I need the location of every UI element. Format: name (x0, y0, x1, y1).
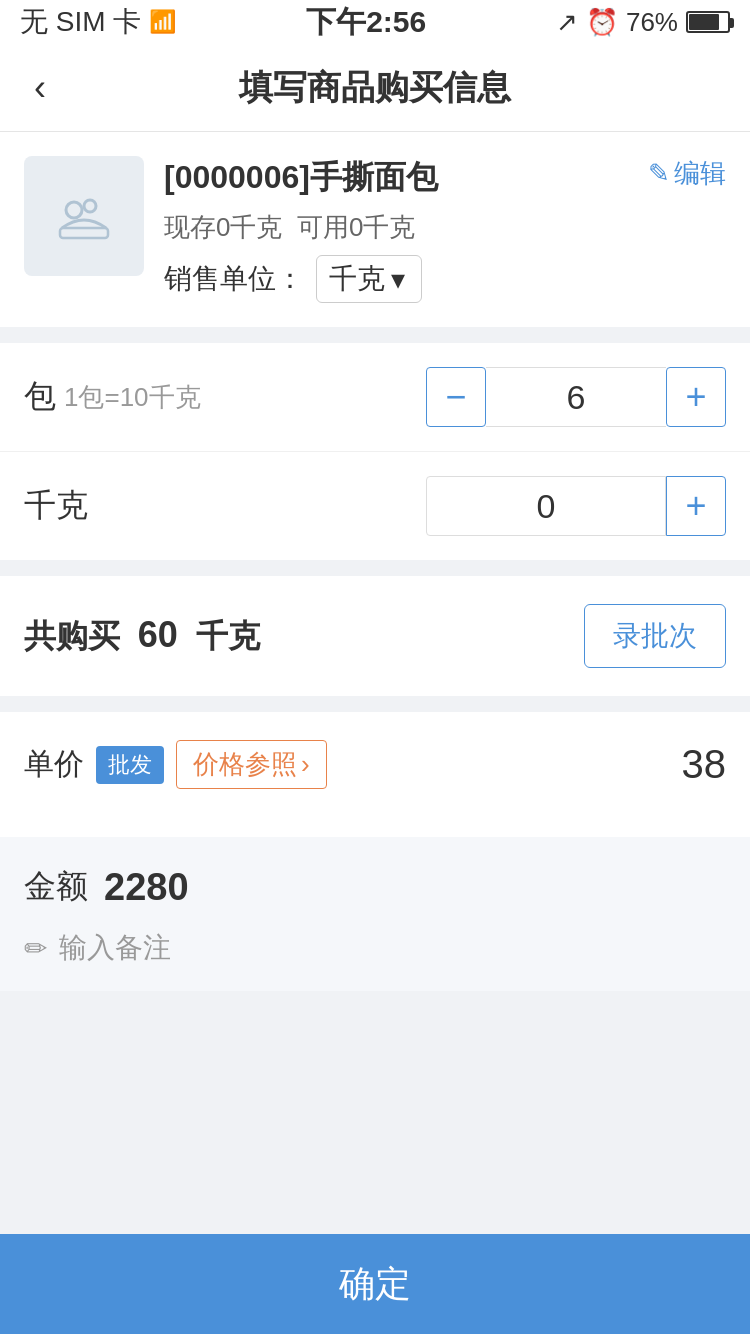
product-name: [0000006]手撕面包 (164, 156, 726, 200)
carrier-text: 无 SIM 卡 (20, 3, 141, 41)
product-stock: 现存0千克 可用0千克 (164, 210, 726, 245)
quantity-section: 包 1包=10千克 − + 千克 0 + (0, 343, 750, 560)
qty-controls-bao: − + (426, 367, 726, 427)
location-icon: ↗ (556, 7, 578, 38)
price-ref-button[interactable]: 价格参照 › (176, 740, 327, 789)
qty-sublabel-bao: 1包=10千克 (64, 380, 201, 415)
price-label: 单价 (24, 744, 84, 785)
qty-label-kg: 千克 (24, 484, 88, 528)
product-card: [0000006]手撕面包 现存0千克 可用0千克 销售单位： 千克 ▾ ✎ 编… (0, 132, 750, 327)
svg-rect-2 (60, 228, 108, 238)
status-right: ↗ ⏰ 76% (556, 7, 730, 38)
total-section: 共购买 60 千克 录批次 (0, 576, 750, 696)
product-info: [0000006]手撕面包 现存0千克 可用0千克 销售单位： 千克 ▾ (164, 156, 726, 303)
amount-row: 金额 2280 (24, 865, 726, 909)
remark-row[interactable]: ✏ 输入备注 (24, 929, 726, 991)
qty-controls-kg: 0 + (426, 476, 726, 536)
amount-label: 金额 (24, 865, 88, 909)
quantity-row-bao: 包 1包=10千克 − + (0, 343, 750, 452)
batch-button[interactable]: 录批次 (584, 604, 726, 668)
qty-decrease-bao[interactable]: − (426, 367, 486, 427)
status-left: 无 SIM 卡 📶 (20, 3, 176, 41)
wifi-icon: 📶 (149, 9, 176, 35)
qty-increase-kg[interactable]: + (666, 476, 726, 536)
product-image (24, 156, 144, 276)
svg-point-1 (84, 200, 96, 212)
qty-input-bao[interactable] (486, 367, 666, 427)
status-time: 下午2:56 (306, 2, 426, 43)
pencil-icon: ✏ (24, 932, 47, 965)
amount-value: 2280 (104, 866, 189, 909)
edit-button[interactable]: ✎ 编辑 (648, 156, 726, 191)
unit-label: 销售单位： (164, 260, 304, 298)
price-badge: 批发 (96, 746, 164, 784)
unit-dropdown[interactable]: 千克 ▾ (316, 255, 422, 303)
price-row: 单价 批发 价格参照 › 38 (24, 740, 726, 789)
nav-bar: ‹ 填写商品购买信息 (0, 44, 750, 132)
confirm-button-label: 确定 (339, 1260, 411, 1309)
product-unit-row: 销售单位： 千克 ▾ (164, 255, 726, 303)
svg-point-0 (66, 202, 82, 218)
remark-placeholder: 输入备注 (59, 929, 171, 967)
qty-label-bao: 包 (24, 375, 56, 419)
battery-icon (686, 11, 730, 33)
edit-icon: ✎ (648, 158, 670, 189)
confirm-bar[interactable]: 确定 (0, 1234, 750, 1334)
back-button[interactable]: ‹ (24, 57, 56, 119)
status-bar: 无 SIM 卡 📶 下午2:56 ↗ ⏰ 76% (0, 0, 750, 44)
chevron-down-icon: ▾ (391, 263, 405, 296)
price-value: 38 (682, 742, 727, 787)
chevron-right-icon: › (301, 749, 310, 780)
qty-increase-bao[interactable]: + (666, 367, 726, 427)
qty-input-field-bao[interactable] (486, 368, 666, 426)
amount-section: 金额 2280 ✏ 输入备注 (0, 837, 750, 991)
price-section: 单价 批发 价格参照 › 38 (0, 712, 750, 837)
total-text: 共购买 60 千克 (24, 614, 260, 659)
battery-percent: 76% (626, 7, 678, 38)
qty-value-kg[interactable]: 0 (426, 476, 666, 536)
quantity-row-kg: 千克 0 + (0, 452, 750, 560)
page-title: 填写商品购买信息 (239, 65, 511, 111)
alarm-icon: ⏰ (586, 7, 618, 38)
price-label-row: 单价 批发 价格参照 › (24, 740, 327, 789)
